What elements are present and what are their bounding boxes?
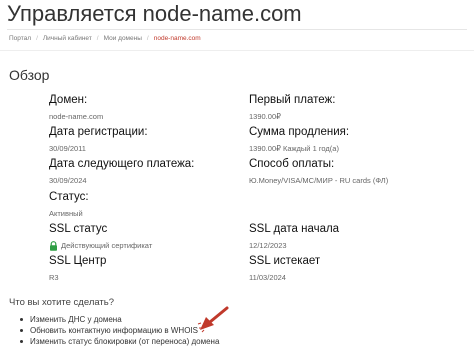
ssl-center-value: R3 — [49, 273, 59, 282]
change-dns-link[interactable]: Изменить ДНС у домена — [30, 315, 122, 324]
payment-method-label: Способ оплаты: — [249, 158, 335, 170]
ssl-center-field: SSL Центр R3 — [49, 254, 106, 283]
breadcrumb: Портал / Личный кабинет / Мои домены / n… — [9, 33, 201, 45]
first-payment-value: 1390.00₽ — [249, 112, 281, 121]
bullet — [20, 329, 23, 332]
breadcrumb-account[interactable]: Личный кабинет — [43, 33, 92, 45]
ssl-start-label: SSL дата начала — [249, 223, 340, 235]
ssl-start-value: 12/12/2023 — [249, 241, 287, 250]
breadcrumb-current: node-name.com — [153, 35, 201, 42]
ssl-expires-label: SSL истекает — [249, 255, 321, 267]
registration-date-value: 30/09/2011 — [49, 144, 86, 153]
actions-list: Изменить ДНС у домена Обновить контактну… — [20, 314, 219, 347]
payment-method-value: Ю.Money/VISA/MC/МИР - RU cards (ФЛ) — [249, 176, 389, 185]
breadcrumb-separator: / — [36, 35, 38, 42]
ssl-start-field: SSL дата начала 12/12/2023 — [249, 222, 339, 251]
next-payment-date-field: Дата следующего платежа: 30/09/2024 — [49, 157, 194, 186]
list-item: Обновить контактную информацию в WHOIS — [20, 325, 219, 336]
status-field: Статус: Активный — [49, 190, 89, 219]
ssl-status-field: SSL статус Действующий сертификат — [49, 222, 152, 251]
list-item: Изменить ДНС у домена — [20, 314, 219, 325]
lock-icon — [49, 240, 58, 251]
ssl-status-label: SSL статус — [49, 223, 108, 235]
ssl-expires-value: 11/03/2024 — [249, 273, 286, 282]
page-title: Управляется node-name.com — [7, 1, 302, 26]
title-divider — [7, 29, 467, 30]
ssl-status-value: Действующий сертификат — [61, 241, 153, 250]
registration-date-label: Дата регистрации: — [49, 126, 148, 138]
next-payment-date-label: Дата следующего платежа: — [49, 158, 195, 170]
breadcrumb-my-domains[interactable]: Мои домены — [104, 33, 142, 45]
domain-value: node-name.com — [49, 112, 104, 121]
breadcrumb-separator: / — [146, 35, 149, 42]
arrow-icon — [196, 306, 230, 334]
overview-title: Обзор — [9, 67, 50, 83]
bullet — [20, 318, 23, 321]
next-payment-date-value: 30/09/2024 — [49, 176, 87, 185]
breadcrumb-separator: / — [96, 35, 99, 42]
page: Управляется node-name.com Портал / Личны… — [0, 0, 474, 362]
status-label: Статус: — [49, 191, 89, 203]
list-item: Изменить статус блокировки (от переноса)… — [20, 336, 219, 347]
change-lock-status-link[interactable]: Изменить статус блокировки (от переноса)… — [30, 337, 219, 346]
domain-field: Домен: node-name.com — [49, 93, 103, 122]
payment-method-field: Способ оплаты: Ю.Money/VISA/MC/МИР - RU … — [249, 157, 388, 186]
renewal-amount-value: 1390.00₽ Каждый 1 год(а) — [249, 144, 339, 153]
breadcrumb-divider — [0, 50, 474, 51]
renewal-amount-field: Сумма продления: 1390.00₽ Каждый 1 год(а… — [249, 125, 349, 154]
status-value: Активный — [49, 209, 83, 218]
ssl-expires-field: SSL истекает 11/03/2024 — [249, 254, 320, 283]
domain-label: Домен: — [49, 94, 88, 106]
first-payment-label: Первый платеж: — [249, 94, 336, 106]
ssl-status-value-row: Действующий сертификат — [49, 240, 152, 251]
renewal-amount-label: Сумма продления: — [249, 126, 350, 138]
registration-date-field: Дата регистрации: 30/09/2011 — [49, 125, 148, 154]
title-bar: Управляется node-name.com — [7, 0, 467, 30]
bullet — [20, 340, 23, 343]
actions-title: Что вы хотите сделать? — [9, 297, 115, 308]
breadcrumb-portal[interactable]: Портал — [9, 33, 31, 45]
ssl-center-label: SSL Центр — [49, 255, 107, 267]
first-payment-field: Первый платеж: 1390.00₽ — [249, 93, 335, 122]
update-whois-link[interactable]: Обновить контактную информацию в WHOIS — [30, 326, 198, 335]
